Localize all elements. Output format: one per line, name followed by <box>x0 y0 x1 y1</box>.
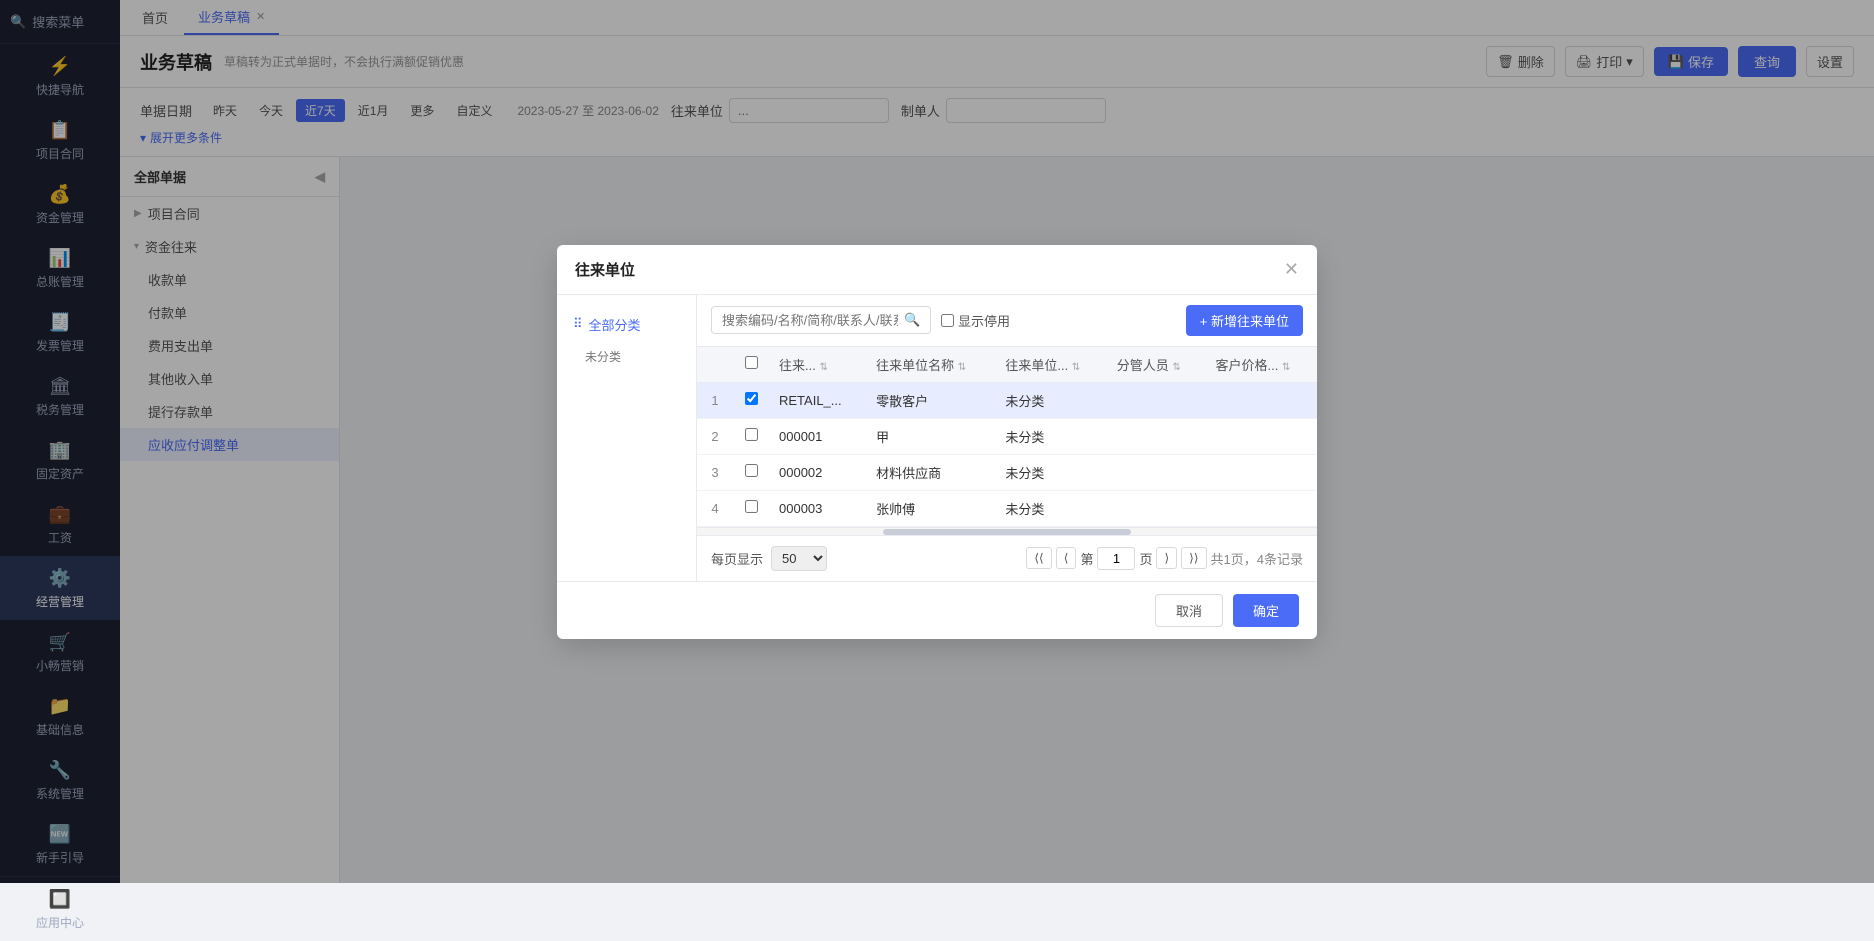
confirm-button[interactable]: 确定 <box>1233 594 1299 627</box>
page-total: 共1页，4条记录 <box>1211 549 1303 568</box>
modal-cat-sub-label: 未分类 <box>585 350 621 364</box>
col-price-header[interactable]: 客户价格... ⇅ <box>1206 347 1318 383</box>
row-checkbox[interactable] <box>745 500 758 513</box>
row-name: 张帅傅 <box>866 490 995 526</box>
row-price <box>1206 418 1318 454</box>
row-num: 4 <box>697 490 733 526</box>
hscroll-thumb <box>883 529 1131 535</box>
row-manager <box>1107 418 1206 454</box>
modal-body: ⠿ 全部分类 未分类 🔍 <box>557 295 1317 581</box>
row-manager <box>1107 490 1206 526</box>
add-partner-button[interactable]: + 新增往来单位 <box>1186 305 1303 336</box>
row-code: 000002 <box>769 454 866 490</box>
per-page-label: 每页显示 <box>711 549 763 568</box>
modal-overlay[interactable]: 往来单位 ✕ ⠿ 全部分类 未分类 <box>0 0 1874 883</box>
show-disabled-area: 显示停用 <box>941 311 1010 330</box>
modal-toolbar: 🔍 显示停用 + 新增往来单位 <box>697 295 1317 347</box>
page-first-button[interactable]: ⟨⟨ <box>1026 547 1051 569</box>
modal-category-sidebar: ⠿ 全部分类 未分类 <box>557 295 697 581</box>
page-label: 页 <box>1139 549 1152 568</box>
page-label-prefix: 第 <box>1080 549 1093 568</box>
row-price <box>1206 382 1318 418</box>
cancel-button[interactable]: 取消 <box>1155 594 1223 627</box>
col-category-header[interactable]: 往来单位... ⇅ <box>995 347 1106 383</box>
page-prev-button[interactable]: ⟨ <box>1056 547 1077 569</box>
row-name: 材料供应商 <box>866 454 995 490</box>
table-row[interactable]: 4 000003 张帅傅 未分类 <box>697 490 1317 526</box>
page-last-button[interactable]: ⟩⟩ <box>1181 547 1206 569</box>
col-name-header[interactable]: 往来单位名称 ⇅ <box>866 347 995 383</box>
col-num-header <box>697 347 733 383</box>
row-price <box>1206 454 1318 490</box>
row-checkbox[interactable] <box>745 428 758 441</box>
row-num: 1 <box>697 382 733 418</box>
add-partner-label: + 新增往来单位 <box>1200 314 1289 329</box>
row-manager <box>1107 454 1206 490</box>
page-number-input[interactable] <box>1097 547 1135 570</box>
modal-pagination: 每页显示 50 100 ⟨⟨ ⟨ 第 页 ⟩ ⟩⟩ 共1页，4条记录 <box>697 535 1317 581</box>
row-code: RETAIL_... <box>769 382 866 418</box>
cancel-label: 取消 <box>1176 604 1202 619</box>
page-next-button[interactable]: ⟩ <box>1156 547 1177 569</box>
row-category: 未分类 <box>995 418 1106 454</box>
modal-table: 往来... ⇅ 往来单位名称 ⇅ 往来单位... ⇅ 分管人员 ⇅ 客户价格..… <box>697 347 1317 527</box>
row-check[interactable] <box>733 382 769 418</box>
table-row[interactable]: 2 000001 甲 未分类 <box>697 418 1317 454</box>
page-nav: ⟨⟨ ⟨ 第 页 ⟩ ⟩⟩ 共1页，4条记录 <box>1026 547 1303 570</box>
modal-search-area: 🔍 显示停用 <box>711 306 1010 334</box>
table-header-row: 往来... ⇅ 往来单位名称 ⇅ 往来单位... ⇅ 分管人员 ⇅ 客户价格..… <box>697 347 1317 383</box>
row-code: 000003 <box>769 490 866 526</box>
row-category: 未分类 <box>995 454 1106 490</box>
row-checkbox[interactable] <box>745 392 758 405</box>
row-num: 3 <box>697 454 733 490</box>
sidebar-item-label: 应用中心 <box>36 914 84 931</box>
row-check[interactable] <box>733 454 769 490</box>
search-icon: 🔍 <box>904 312 920 328</box>
col-manager-header[interactable]: 分管人员 ⇅ <box>1107 347 1206 383</box>
row-price <box>1206 490 1318 526</box>
select-all-checkbox[interactable] <box>745 356 758 369</box>
row-category: 未分类 <box>995 382 1106 418</box>
modal-header: 往来单位 ✕ <box>557 245 1317 295</box>
table-row[interactable]: 1 RETAIL_... 零散客户 未分类 <box>697 382 1317 418</box>
app-center-icon: 🔲 <box>49 889 71 910</box>
row-code: 000001 <box>769 418 866 454</box>
modal-cat-all[interactable]: ⠿ 全部分类 <box>557 307 696 342</box>
show-disabled-checkbox[interactable] <box>941 314 954 327</box>
col-check-header[interactable] <box>733 347 769 383</box>
modal-cat-unclassified[interactable]: 未分类 <box>557 342 696 371</box>
confirm-label: 确定 <box>1253 604 1279 619</box>
horizontal-scrollbar[interactable] <box>697 527 1317 535</box>
partner-modal: 往来单位 ✕ ⠿ 全部分类 未分类 <box>557 245 1317 639</box>
grid-icon: ⠿ <box>573 316 583 332</box>
modal-footer: 取消 确定 <box>557 581 1317 639</box>
modal-close-button[interactable]: ✕ <box>1284 259 1299 280</box>
row-name: 零散客户 <box>866 382 995 418</box>
row-check[interactable] <box>733 490 769 526</box>
modal-cat-all-label: 全部分类 <box>589 315 641 334</box>
row-num: 2 <box>697 418 733 454</box>
sidebar-item-app-center[interactable]: 🔲 应用中心 <box>0 876 120 941</box>
modal-search-box[interactable]: 🔍 <box>711 306 931 334</box>
per-page-select[interactable]: 50 100 <box>771 546 827 571</box>
show-disabled-label: 显示停用 <box>958 311 1010 330</box>
col-code-header[interactable]: 往来... ⇅ <box>769 347 866 383</box>
modal-title: 往来单位 <box>575 259 635 280</box>
modal-search-input[interactable] <box>722 313 898 328</box>
row-category: 未分类 <box>995 490 1106 526</box>
row-manager <box>1107 382 1206 418</box>
row-name: 甲 <box>866 418 995 454</box>
row-check[interactable] <box>733 418 769 454</box>
modal-main-content: 🔍 显示停用 + 新增往来单位 <box>697 295 1317 581</box>
table-row[interactable]: 3 000002 材料供应商 未分类 <box>697 454 1317 490</box>
row-checkbox[interactable] <box>745 464 758 477</box>
